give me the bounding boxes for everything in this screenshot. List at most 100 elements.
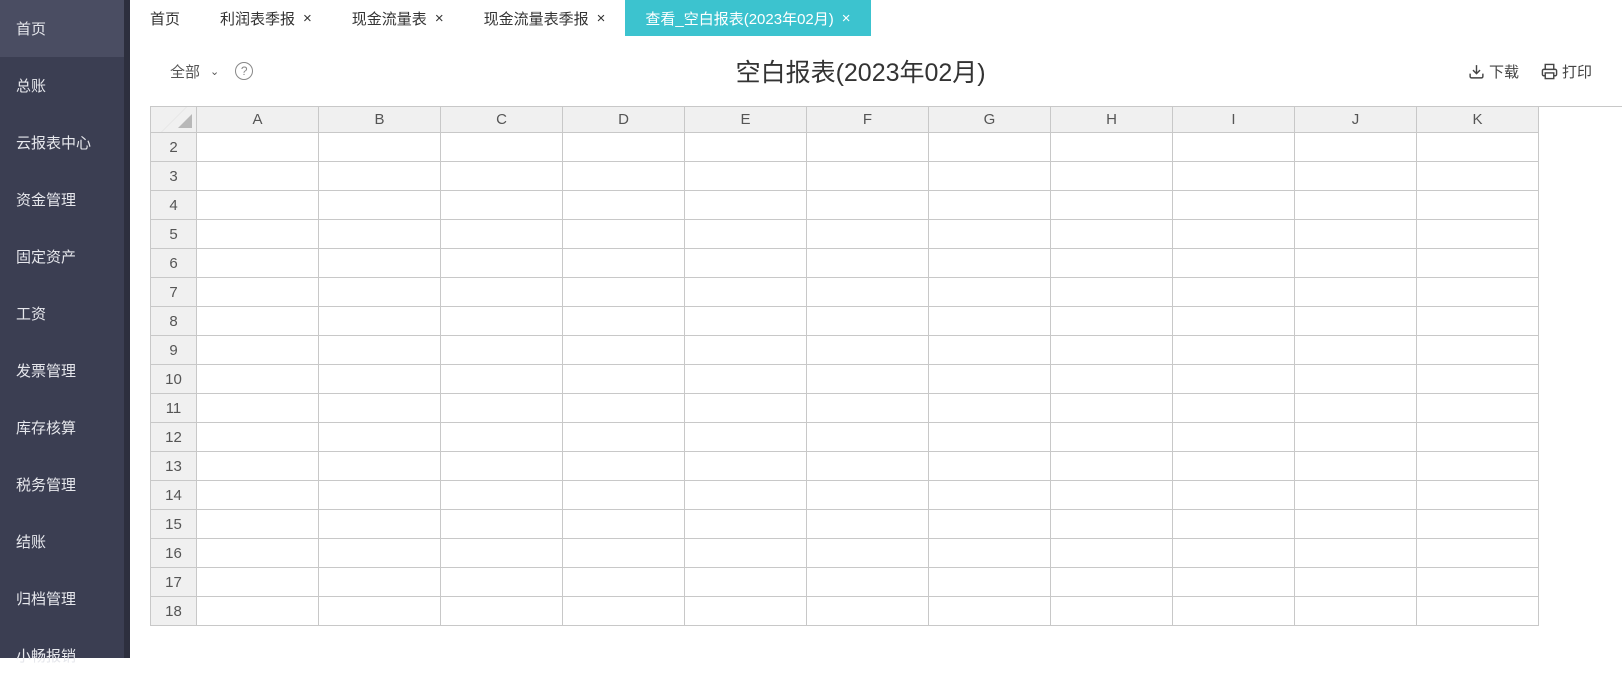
cell-H3[interactable] bbox=[1051, 162, 1173, 191]
sidebar-item-7[interactable]: 库存核算 bbox=[0, 399, 124, 456]
cell-I18[interactable] bbox=[1173, 597, 1295, 626]
column-header-D[interactable]: D bbox=[563, 107, 685, 133]
cell-K17[interactable] bbox=[1417, 568, 1539, 597]
cell-D10[interactable] bbox=[563, 365, 685, 394]
cell-J16[interactable] bbox=[1295, 539, 1417, 568]
cell-G12[interactable] bbox=[929, 423, 1051, 452]
cell-B7[interactable] bbox=[319, 278, 441, 307]
row-header-13[interactable]: 13 bbox=[151, 452, 197, 481]
cell-D3[interactable] bbox=[563, 162, 685, 191]
cell-H6[interactable] bbox=[1051, 249, 1173, 278]
cell-K18[interactable] bbox=[1417, 597, 1539, 626]
cell-F3[interactable] bbox=[807, 162, 929, 191]
cell-F16[interactable] bbox=[807, 539, 929, 568]
tab-1[interactable]: 利润表季报× bbox=[200, 0, 332, 36]
cell-E9[interactable] bbox=[685, 336, 807, 365]
cell-D9[interactable] bbox=[563, 336, 685, 365]
cell-D4[interactable] bbox=[563, 191, 685, 220]
cell-E7[interactable] bbox=[685, 278, 807, 307]
cell-D7[interactable] bbox=[563, 278, 685, 307]
cell-G17[interactable] bbox=[929, 568, 1051, 597]
row-header-14[interactable]: 14 bbox=[151, 481, 197, 510]
cell-I8[interactable] bbox=[1173, 307, 1295, 336]
cell-B11[interactable] bbox=[319, 394, 441, 423]
cell-F7[interactable] bbox=[807, 278, 929, 307]
cell-J10[interactable] bbox=[1295, 365, 1417, 394]
cell-K8[interactable] bbox=[1417, 307, 1539, 336]
cell-B16[interactable] bbox=[319, 539, 441, 568]
row-header-17[interactable]: 17 bbox=[151, 568, 197, 597]
cell-J4[interactable] bbox=[1295, 191, 1417, 220]
cell-I11[interactable] bbox=[1173, 394, 1295, 423]
cell-G11[interactable] bbox=[929, 394, 1051, 423]
sidebar-item-6[interactable]: 发票管理 bbox=[0, 342, 124, 399]
cell-B18[interactable] bbox=[319, 597, 441, 626]
cell-C17[interactable] bbox=[441, 568, 563, 597]
cell-I13[interactable] bbox=[1173, 452, 1295, 481]
row-header-11[interactable]: 11 bbox=[151, 394, 197, 423]
cell-H2[interactable] bbox=[1051, 133, 1173, 162]
cell-F15[interactable] bbox=[807, 510, 929, 539]
cell-I2[interactable] bbox=[1173, 133, 1295, 162]
download-button[interactable]: 下载 bbox=[1468, 61, 1519, 82]
sidebar-item-4[interactable]: 固定资产 bbox=[0, 228, 124, 285]
cell-B3[interactable] bbox=[319, 162, 441, 191]
row-header-5[interactable]: 5 bbox=[151, 220, 197, 249]
cell-K16[interactable] bbox=[1417, 539, 1539, 568]
cell-J6[interactable] bbox=[1295, 249, 1417, 278]
cell-D6[interactable] bbox=[563, 249, 685, 278]
filter-dropdown[interactable]: 全部 ⌄ ? bbox=[170, 61, 253, 82]
column-header-B[interactable]: B bbox=[319, 107, 441, 133]
sidebar-item-3[interactable]: 资金管理 bbox=[0, 171, 124, 228]
cell-C6[interactable] bbox=[441, 249, 563, 278]
cell-H14[interactable] bbox=[1051, 481, 1173, 510]
close-icon[interactable]: × bbox=[597, 11, 606, 26]
cell-J5[interactable] bbox=[1295, 220, 1417, 249]
cell-H11[interactable] bbox=[1051, 394, 1173, 423]
cell-E5[interactable] bbox=[685, 220, 807, 249]
cell-K9[interactable] bbox=[1417, 336, 1539, 365]
cell-B9[interactable] bbox=[319, 336, 441, 365]
row-header-8[interactable]: 8 bbox=[151, 307, 197, 336]
cell-E14[interactable] bbox=[685, 481, 807, 510]
cell-J12[interactable] bbox=[1295, 423, 1417, 452]
column-header-J[interactable]: J bbox=[1295, 107, 1417, 133]
cell-J14[interactable] bbox=[1295, 481, 1417, 510]
cell-C13[interactable] bbox=[441, 452, 563, 481]
cell-G18[interactable] bbox=[929, 597, 1051, 626]
cell-C10[interactable] bbox=[441, 365, 563, 394]
cell-I7[interactable] bbox=[1173, 278, 1295, 307]
column-header-H[interactable]: H bbox=[1051, 107, 1173, 133]
sidebar-item-9[interactable]: 结账 bbox=[0, 513, 124, 570]
cell-H12[interactable] bbox=[1051, 423, 1173, 452]
cell-G7[interactable] bbox=[929, 278, 1051, 307]
cell-E12[interactable] bbox=[685, 423, 807, 452]
cell-J11[interactable] bbox=[1295, 394, 1417, 423]
cell-A14[interactable] bbox=[197, 481, 319, 510]
cell-H10[interactable] bbox=[1051, 365, 1173, 394]
cell-F5[interactable] bbox=[807, 220, 929, 249]
row-header-9[interactable]: 9 bbox=[151, 336, 197, 365]
cell-I10[interactable] bbox=[1173, 365, 1295, 394]
cell-D11[interactable] bbox=[563, 394, 685, 423]
row-header-15[interactable]: 15 bbox=[151, 510, 197, 539]
cell-E4[interactable] bbox=[685, 191, 807, 220]
cell-K14[interactable] bbox=[1417, 481, 1539, 510]
cell-G13[interactable] bbox=[929, 452, 1051, 481]
cell-G2[interactable] bbox=[929, 133, 1051, 162]
row-header-7[interactable]: 7 bbox=[151, 278, 197, 307]
cell-J15[interactable] bbox=[1295, 510, 1417, 539]
cell-C12[interactable] bbox=[441, 423, 563, 452]
cell-A9[interactable] bbox=[197, 336, 319, 365]
cell-G14[interactable] bbox=[929, 481, 1051, 510]
cell-C8[interactable] bbox=[441, 307, 563, 336]
cell-A18[interactable] bbox=[197, 597, 319, 626]
cell-G5[interactable] bbox=[929, 220, 1051, 249]
sidebar-item-11[interactable]: 小畅报销 bbox=[0, 627, 124, 684]
close-icon[interactable]: × bbox=[435, 11, 444, 26]
cell-B17[interactable] bbox=[319, 568, 441, 597]
column-header-A[interactable]: A bbox=[197, 107, 319, 133]
cell-I3[interactable] bbox=[1173, 162, 1295, 191]
cell-A5[interactable] bbox=[197, 220, 319, 249]
cell-E17[interactable] bbox=[685, 568, 807, 597]
